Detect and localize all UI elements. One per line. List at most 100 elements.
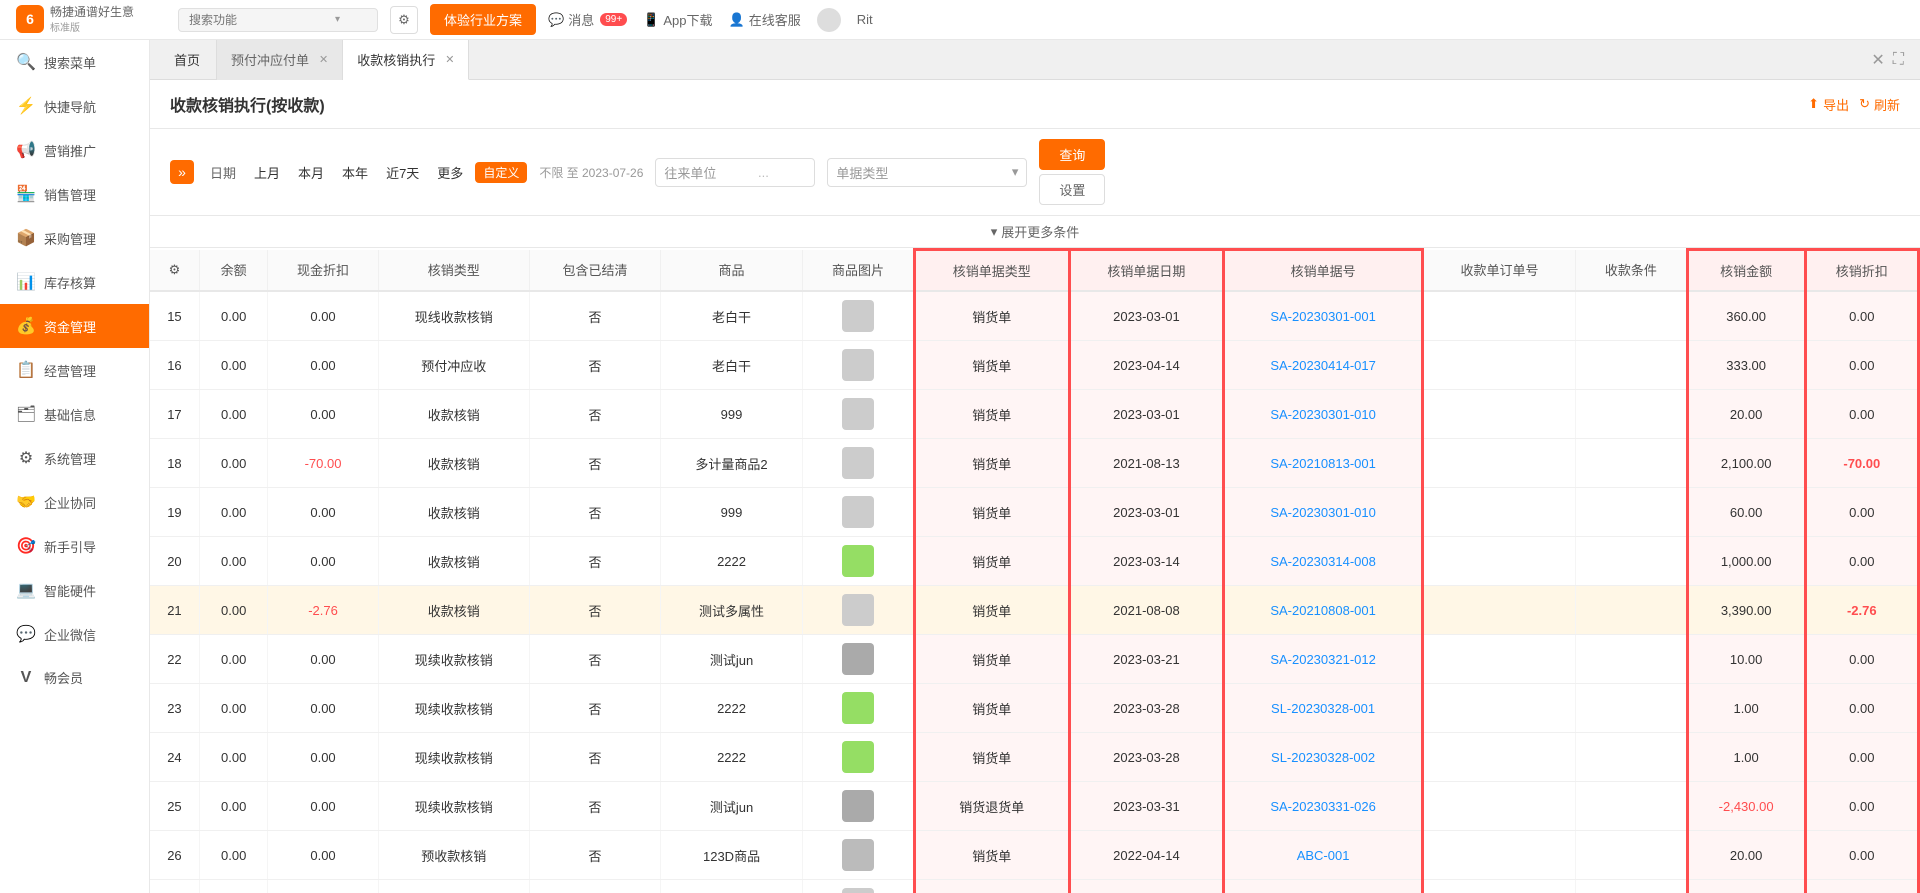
table-row[interactable]: 20 0.00 0.00 收款核销 否 2222 销货单 2023-03-14 … [150, 537, 1919, 586]
cell-include-settled: 否 [530, 831, 661, 880]
search-box[interactable]: ▾ [178, 8, 378, 32]
app-download-btn[interactable]: 📱 App下载 [643, 10, 712, 29]
expand-more-btn[interactable]: ▾ 展开更多条件 [991, 222, 1080, 241]
sidebar-item-quick-nav[interactable]: ⚡ 快捷导航 [0, 84, 149, 128]
table-row[interactable]: 22 0.00 0.00 现续收款核销 否 测试jun 销货单 2023-03-… [150, 635, 1919, 684]
cell-bill-report-no[interactable]: SA-20230331-026 [1224, 782, 1423, 831]
bill-report-link[interactable]: SL-20230328-002 [1271, 750, 1375, 765]
cell-bill-report-no[interactable]: SA-20230301-010 [1224, 488, 1423, 537]
search-input[interactable] [189, 13, 329, 27]
sidebar-item-wechat[interactable]: 💬 企业微信 [0, 612, 149, 656]
cell-bill-report-no[interactable]: SA-20230301-010 [1224, 390, 1423, 439]
cell-bill-report-no[interactable]: SL-20230328-001 [1224, 684, 1423, 733]
cell-bill-report-no[interactable]: SA-20230314-008 [1224, 537, 1423, 586]
cell-balance: 0.00 [199, 488, 268, 537]
sidebar-item-guide[interactable]: 🎯 新手引导 [0, 524, 149, 568]
date-btn-thisyear[interactable]: 本年 [336, 161, 374, 184]
cell-writeoff-discount: 0.00 [1805, 537, 1918, 586]
date-btn-thismonth[interactable]: 本月 [292, 161, 330, 184]
tab-receipt-writeoff[interactable]: 收款核销执行 ✕ [343, 40, 469, 80]
cell-bill-report-no[interactable]: SL-20230408-001 [1224, 880, 1423, 893]
cell-bill-report-no[interactable]: ABC-001 [1224, 831, 1423, 880]
sidebar-item-hardware[interactable]: 💻 智能硬件 [0, 568, 149, 612]
cell-cash-discount: -2.76 [268, 586, 378, 635]
bill-report-link[interactable]: SA-20210813-001 [1270, 456, 1376, 471]
tab-close-all-icon[interactable]: ✕ [1871, 50, 1884, 70]
bill-report-link[interactable]: SA-20230301-010 [1270, 407, 1376, 422]
industry-btn[interactable]: 体验行业方案 [430, 4, 536, 35]
cell-goods-img [803, 291, 915, 341]
online-service-btn[interactable]: 👤 在线客服 [729, 10, 801, 29]
cell-balance: 0.00 [199, 733, 268, 782]
date-btn-more[interactable]: 更多 [431, 161, 469, 184]
bill-report-link[interactable]: SL-20230328-001 [1271, 701, 1375, 716]
table-row[interactable]: 26 0.00 0.00 预收款核销 否 123D商品 销货单 2022-04-… [150, 831, 1919, 880]
sidebar-item-operations[interactable]: 📋 经营管理 [0, 348, 149, 392]
bill-report-link[interactable]: SA-20230314-008 [1270, 554, 1376, 569]
refresh-btn[interactable]: ↻ 刷新 [1859, 95, 1900, 114]
cell-receipt-order-no [1422, 390, 1575, 439]
cell-cash-discount: 0.00 [268, 782, 378, 831]
table-row[interactable]: 25 0.00 0.00 现续收款核销 否 测试jun 销货退货单 2023-0… [150, 782, 1919, 831]
table-row[interactable]: 18 0.00 -70.00 收款核销 否 多计量商品2 销货单 2021-08… [150, 439, 1919, 488]
cell-writeoff-type: 现续收款核销 [378, 782, 530, 831]
sidebar-item-basics[interactable]: 🗂 基础信息 [0, 392, 149, 436]
tab-prepay[interactable]: 预付冲应付单 ✕ [217, 40, 343, 80]
cell-cash-discount: 0.00 [268, 880, 378, 893]
sidebar-item-search[interactable]: 🔍 搜索菜单 [0, 40, 149, 84]
table-row[interactable]: 17 0.00 0.00 收款核销 否 999 销货单 2023-03-01 S… [150, 390, 1919, 439]
date-btn-lastmonth[interactable]: 上月 [248, 161, 286, 184]
date-btn-7days[interactable]: 近7天 [380, 161, 425, 184]
cell-writeoff-discount: 0.00 [1805, 880, 1918, 893]
bill-report-link[interactable]: SA-20230321-012 [1270, 652, 1376, 667]
tab-expand-icon[interactable]: ⛶ [1893, 51, 1904, 69]
cell-receipt-order-no [1422, 341, 1575, 390]
table-row[interactable]: 15 0.00 0.00 现线收款核销 否 老白干 销货单 2023-03-01… [150, 291, 1919, 341]
cell-bill-report-no[interactable]: SA-20230414-017 [1224, 341, 1423, 390]
cell-bill-report-no[interactable]: SA-20210808-001 [1224, 586, 1423, 635]
cell-writeoff-discount: 0.00 [1805, 390, 1918, 439]
table-row[interactable]: 21 0.00 -2.76 收款核销 否 测试多属性 销货单 2021-08-0… [150, 586, 1919, 635]
sidebar-item-marketing[interactable]: 📢 营销推广 [0, 128, 149, 172]
cell-bill-report-no[interactable]: SA-20230301-001 [1224, 291, 1423, 341]
cell-bill-report-type: 销货单 [914, 635, 1069, 684]
avatar[interactable] [817, 8, 841, 32]
settings-icon[interactable]: ⚙ [390, 6, 418, 34]
bill-report-link[interactable]: SA-20230301-010 [1270, 505, 1376, 520]
filter-expand-btn[interactable]: » [170, 160, 194, 184]
from-unit-select[interactable]: 往来单位 ... [655, 158, 815, 187]
cell-balance: 0.00 [199, 831, 268, 880]
sidebar-item-collab[interactable]: 🤝 企业协同 [0, 480, 149, 524]
table-row[interactable]: 23 0.00 0.00 现续收款核销 否 2222 销货单 2023-03-2… [150, 684, 1919, 733]
sidebar-item-purchase[interactable]: 📦 采购管理 [0, 216, 149, 260]
cell-writeoff-type: 现续收款核销 [378, 733, 530, 782]
sidebar-item-finance[interactable]: 💰 资金管理 [0, 304, 149, 348]
cell-bill-report-no[interactable]: SL-20230328-002 [1224, 733, 1423, 782]
cell-cash-discount: 0.00 [268, 341, 378, 390]
bill-type-select[interactable]: 单据类型 ▾ [827, 158, 1027, 187]
table-row[interactable]: 19 0.00 0.00 收款核销 否 999 销货单 2023-03-01 S… [150, 488, 1919, 537]
export-btn[interactable]: ⬆ 导出 [1808, 95, 1849, 114]
table-container[interactable]: ⚙ 余额 现金折扣 核销类型 包含已结清 商品 商品图片 核销单据类型 核销单据… [150, 248, 1920, 893]
tab-home[interactable]: 首页 [158, 40, 217, 80]
sidebar-item-member[interactable]: V 畅会员 [0, 656, 149, 699]
date-btn-custom[interactable]: 自定义 [475, 162, 527, 183]
tab-close-prepay[interactable]: ✕ [319, 53, 328, 66]
sidebar-item-sales[interactable]: 🏪 销售管理 [0, 172, 149, 216]
query-btn[interactable]: 查询 [1039, 139, 1105, 170]
cell-bill-report-no[interactable]: SA-20210813-001 [1224, 439, 1423, 488]
bill-report-link[interactable]: SA-20230301-001 [1270, 309, 1376, 324]
bill-report-link[interactable]: ABC-001 [1297, 848, 1350, 863]
bill-report-link[interactable]: SA-20210808-001 [1270, 603, 1376, 618]
table-settings-btn[interactable]: 设置 [1039, 174, 1105, 205]
message-btn[interactable]: 💬 消息 99+ [548, 10, 627, 29]
cell-bill-report-no[interactable]: SA-20230321-012 [1224, 635, 1423, 684]
sidebar-item-inventory[interactable]: 📊 库存核算 [0, 260, 149, 304]
bill-report-link[interactable]: SA-20230331-026 [1270, 799, 1376, 814]
table-row[interactable]: 27 0.00 0.00 现续收款核销 否 衣服00001 销货单 2023-0… [150, 880, 1919, 893]
bill-report-link[interactable]: SA-20230414-017 [1270, 358, 1376, 373]
table-row[interactable]: 24 0.00 0.00 现续收款核销 否 2222 销货单 2023-03-2… [150, 733, 1919, 782]
tab-close-receipt[interactable]: ✕ [445, 53, 454, 66]
table-row[interactable]: 16 0.00 0.00 预付冲应收 否 老白干 销货单 2023-04-14 … [150, 341, 1919, 390]
sidebar-item-system[interactable]: ⚙ 系统管理 [0, 436, 149, 480]
